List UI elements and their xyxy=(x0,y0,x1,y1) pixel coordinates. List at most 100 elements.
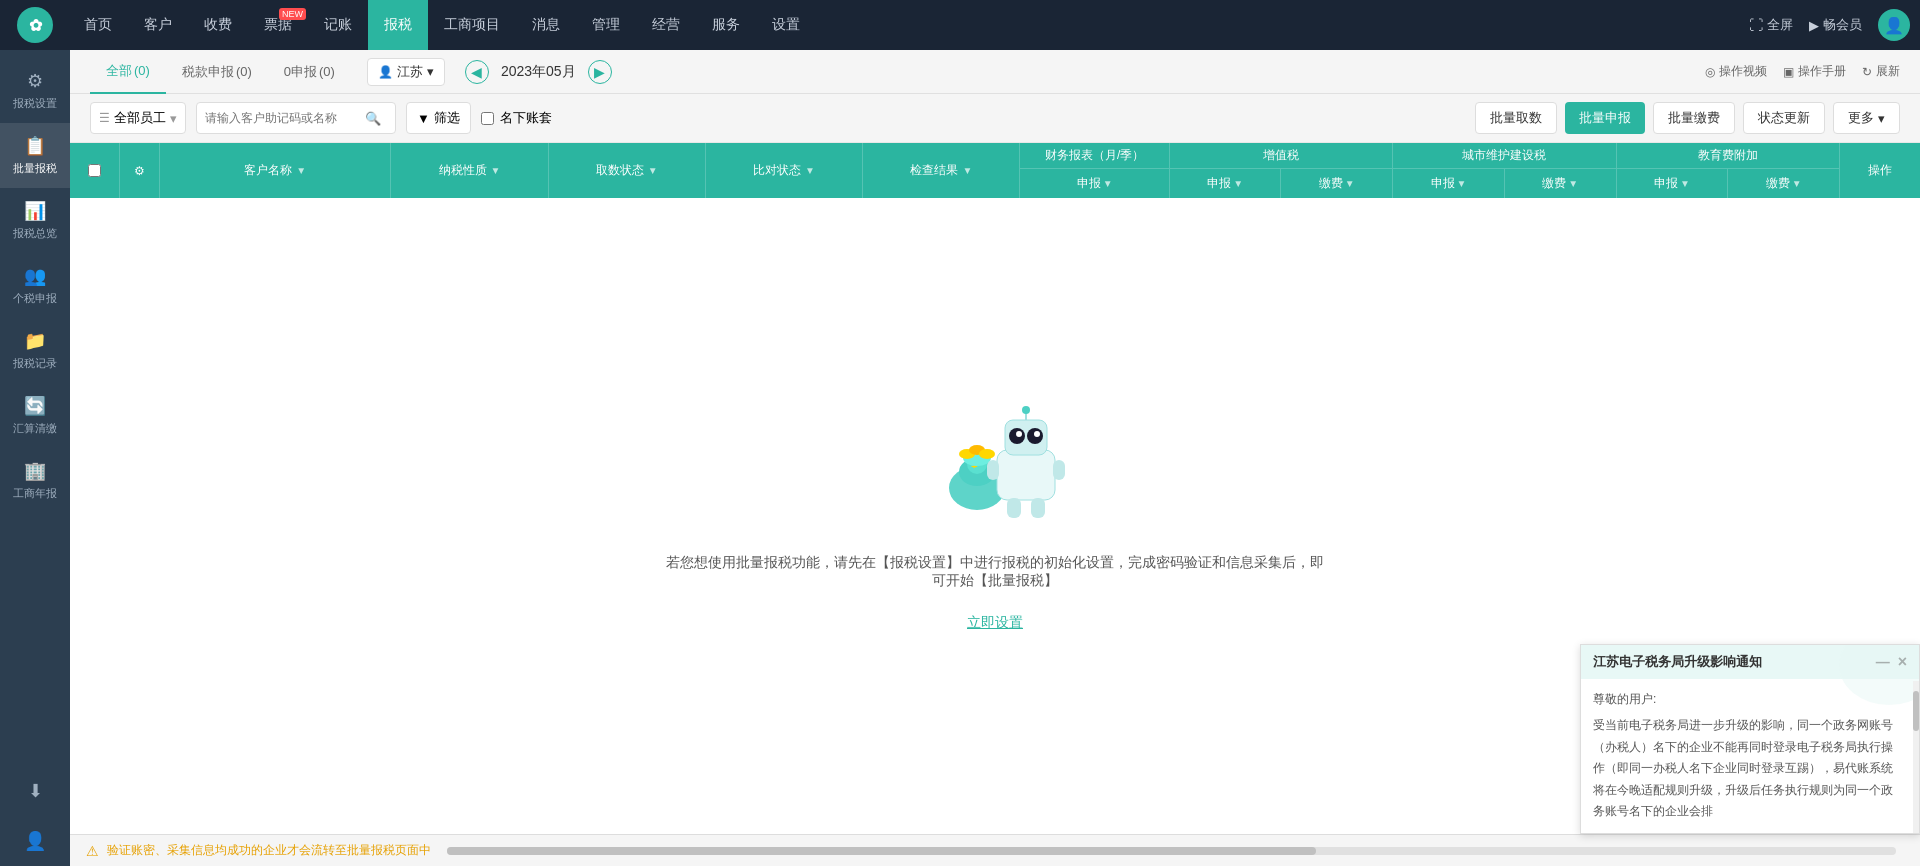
fullscreen-btn[interactable]: ⛶ 全屏 xyxy=(1749,16,1793,34)
chevron-down-icon: ▾ xyxy=(427,64,434,79)
download-icon: ⬇ xyxy=(28,780,43,802)
member-icon: ▶ xyxy=(1809,18,1819,33)
check-filter-icon[interactable]: ▼ xyxy=(962,165,972,176)
nav-item-fee[interactable]: 收费 xyxy=(188,0,248,50)
batch-pay-btn[interactable]: 批量缴费 xyxy=(1653,102,1735,134)
tab-all-count: (0) xyxy=(134,63,150,78)
taxpayer-filter-icon[interactable]: ▼ xyxy=(491,165,501,176)
edu-p-filter-icon[interactable]: ▼ xyxy=(1792,178,1802,189)
nav-item-settings[interactable]: 设置 xyxy=(756,0,816,50)
svg-point-7 xyxy=(979,449,995,459)
vat-p-filter-icon[interactable]: ▼ xyxy=(1345,178,1355,189)
th-edu-pay: 缴费 ▼ xyxy=(1728,169,1839,198)
batch-fetch-btn[interactable]: 批量取数 xyxy=(1475,102,1557,134)
edu-d-filter-icon[interactable]: ▼ xyxy=(1680,178,1690,189)
th-checkbox[interactable] xyxy=(70,143,120,198)
select-all-checkbox[interactable] xyxy=(88,164,101,177)
nav-item-tax[interactable]: 报税 xyxy=(368,0,428,50)
tab-all[interactable]: 全部(0) xyxy=(90,50,166,94)
notification-scrollbar[interactable] xyxy=(1913,681,1919,833)
th-settings[interactable]: ⚙ xyxy=(120,143,160,198)
customer-filter-icon[interactable]: ▼ xyxy=(296,165,306,176)
avatar[interactable]: 👤 xyxy=(1878,9,1910,41)
search-input[interactable] xyxy=(205,111,365,125)
nav-item-home[interactable]: 首页 xyxy=(68,0,128,50)
sidebar-item-tax-settings[interactable]: ⚙ 报税设置 xyxy=(0,58,70,123)
tab-bar: 全部(0) 税款申报(0) 0申报(0) 👤 江苏 ▾ ◀ 2023年05月 ▶… xyxy=(70,50,1920,94)
compare-filter-icon[interactable]: ▼ xyxy=(805,165,815,176)
sidebar-item-tax-overview[interactable]: 📊 报税总览 xyxy=(0,188,70,253)
sidebar-item-reconciliation[interactable]: 🔄 汇算清缴 xyxy=(0,383,70,448)
filter-icon: ▼ xyxy=(417,111,430,126)
filter-btn[interactable]: ▼ 筛选 xyxy=(406,102,471,134)
nav-item-business[interactable]: 工商项目 xyxy=(428,0,516,50)
fetch-filter-icon[interactable]: ▼ xyxy=(648,165,658,176)
nav-item-message[interactable]: 消息 xyxy=(516,0,576,50)
th-vat-declare: 申报 ▼ xyxy=(1170,169,1282,198)
svg-point-13 xyxy=(1034,431,1040,437)
prev-month-btn[interactable]: ◀ xyxy=(465,60,489,84)
table-header-row1: ⚙ 客户名称 ▼ 纳税性质 ▼ 取数状态 ▼ 比对状态 ▼ xyxy=(70,143,1920,198)
video-action[interactable]: ◎ 操作视频 xyxy=(1705,63,1767,80)
refresh-action[interactable]: ↻ 展新 xyxy=(1862,63,1900,80)
th-taxpayer: 纳税性质 ▼ xyxy=(391,143,548,198)
sidebar-item-annual-report[interactable]: 🏢 工商年报 xyxy=(0,448,70,513)
sidebar-item-batch-tax[interactable]: 📋 批量报税 xyxy=(0,123,70,188)
th-city-declare: 申报 ▼ xyxy=(1393,169,1505,198)
th-city-pay: 缴费 ▼ xyxy=(1505,169,1616,198)
tab-tax-declaration[interactable]: 税款申报(0) xyxy=(166,50,268,94)
sidebar-download[interactable]: ⬇ xyxy=(0,766,70,816)
user-icon: 👤 xyxy=(24,830,46,852)
empty-message: 若您想使用批量报税功能，请先在【报税设置】中进行报税的初始化设置，完成密码验证和… xyxy=(665,554,1325,590)
th-operation: 操作 xyxy=(1840,143,1920,198)
scroll-track[interactable] xyxy=(447,847,1896,855)
sidebar: ⚙ 报税设置 📋 批量报税 📊 报税总览 👥 个税申报 📁 报税记录 🔄 汇算清… xyxy=(0,50,70,866)
status-update-btn[interactable]: 状态更新 xyxy=(1743,102,1825,134)
manual-action[interactable]: ▣ 操作手册 xyxy=(1783,63,1846,80)
warning-icon: ⚠ xyxy=(86,843,99,859)
city-p-filter-icon[interactable]: ▼ xyxy=(1568,178,1578,189)
more-btn[interactable]: 更多 ▾ xyxy=(1833,102,1900,134)
tab-tax-count: (0) xyxy=(236,64,252,79)
th-financial-group: 财务报表（月/季） 申报 ▼ xyxy=(1020,143,1169,198)
nav-item-invoice[interactable]: 票据 NEW xyxy=(248,0,308,50)
reconciliation-icon: 🔄 xyxy=(24,395,46,417)
th-fetch-status: 取数状态 ▼ xyxy=(549,143,706,198)
main-layout: ⚙ 报税设置 📋 批量报税 📊 报税总览 👥 个税申报 📁 报税记录 🔄 汇算清… xyxy=(0,50,1920,866)
member-btn[interactable]: ▶ 畅会员 xyxy=(1809,16,1862,34)
svg-point-15 xyxy=(1022,406,1030,414)
batch-report-btn[interactable]: 批量申报 xyxy=(1565,102,1645,134)
nav-item-management[interactable]: 管理 xyxy=(576,0,636,50)
tax-records-icon: 📁 xyxy=(24,330,46,352)
sidebar-item-tax-records[interactable]: 📁 报税记录 xyxy=(0,318,70,383)
tab-right-actions: ◎ 操作视频 ▣ 操作手册 ↻ 展新 xyxy=(1705,63,1900,80)
tab-zero-declaration[interactable]: 0申报(0) xyxy=(268,50,351,94)
svg-rect-19 xyxy=(1031,498,1045,518)
sidebar-item-personal-tax[interactable]: 👥 个税申报 xyxy=(0,253,70,318)
city-d-filter-icon[interactable]: ▼ xyxy=(1457,178,1467,189)
checkbox-label[interactable]: 名下账套 xyxy=(481,109,552,127)
video-icon: ◎ xyxy=(1705,65,1715,79)
logo[interactable]: ✿ xyxy=(10,0,60,50)
svg-rect-16 xyxy=(987,460,999,480)
vat-d-filter-icon[interactable]: ▼ xyxy=(1233,178,1243,189)
month-nav: ◀ 2023年05月 ▶ xyxy=(465,60,612,84)
sidebar-user[interactable]: 👤 xyxy=(0,816,70,866)
setup-link[interactable]: 立即设置 xyxy=(967,614,1023,632)
current-month: 2023年05月 xyxy=(501,63,576,81)
th-compare-status: 比对状态 ▼ xyxy=(706,143,863,198)
province-selector[interactable]: 👤 江苏 ▾ xyxy=(367,58,445,86)
nav-item-bookkeeping[interactable]: 记账 xyxy=(308,0,368,50)
fullscreen-icon: ⛶ xyxy=(1749,17,1763,33)
notification-panel: 江苏电子税务局升级影响通知 — × 尊敬的用户: 受当前电子税务局进一步升级的影… xyxy=(1580,644,1920,834)
employee-selector[interactable]: ☰ 全部员工 ▾ xyxy=(90,102,186,134)
new-badge: NEW xyxy=(279,8,306,20)
fr-filter-icon[interactable]: ▼ xyxy=(1103,178,1113,189)
bottom-bar: ⚠ 验证账密、采集信息均成功的企业才会流转至批量报税页面中 xyxy=(70,834,1920,866)
nav-item-operation[interactable]: 经营 xyxy=(636,0,696,50)
search-icon[interactable]: 🔍 xyxy=(365,111,381,126)
nav-item-service[interactable]: 服务 xyxy=(696,0,756,50)
nav-item-customer[interactable]: 客户 xyxy=(128,0,188,50)
accounts-checkbox[interactable] xyxy=(481,112,494,125)
next-month-btn[interactable]: ▶ xyxy=(588,60,612,84)
